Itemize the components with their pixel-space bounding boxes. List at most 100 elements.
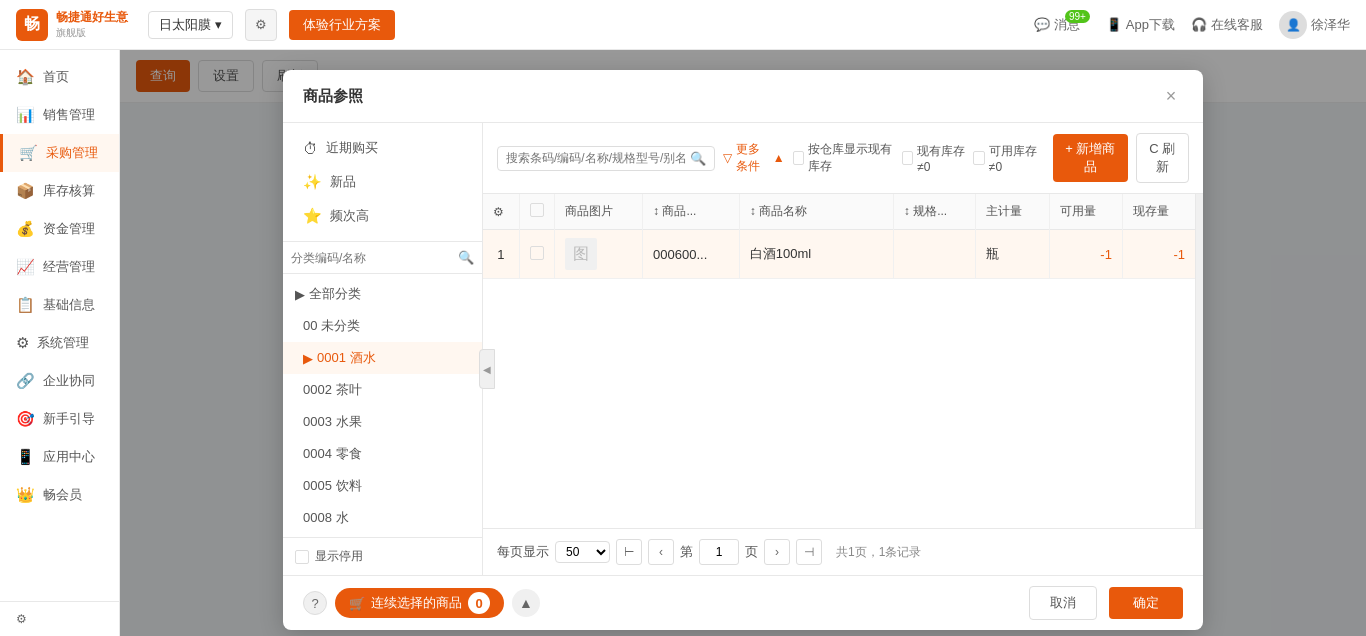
product-search-box: 🔍 <box>497 146 715 171</box>
search-submit-icon[interactable]: 🔍 <box>690 151 706 166</box>
quick-btn-new[interactable]: ✨ 新品 <box>291 165 474 199</box>
quick-btn-freq-label: 频次高 <box>330 207 369 225</box>
next-page-btn[interactable]: › <box>764 539 790 565</box>
logo-icon: 畅 <box>16 9 48 41</box>
sidebar-settings-btn[interactable]: ⚙ <box>0 602 119 636</box>
service-btn[interactable]: 🎧 在线客服 <box>1191 16 1263 34</box>
filter-btn[interactable]: ▽ 更多条件 ▲ <box>723 141 785 175</box>
table-scrollbar[interactable] <box>1195 194 1203 528</box>
product-search-input[interactable] <box>506 151 686 165</box>
table-header-row: ⚙ 商品图片 <box>483 194 1195 230</box>
modal-close-btn[interactable]: × <box>1159 84 1183 108</box>
tree-item-00[interactable]: 00 未分类 <box>283 310 482 342</box>
collapse-panel-btn[interactable]: ◀ <box>479 349 495 389</box>
help-btn[interactable]: ? <box>303 591 327 615</box>
sidebar-item-guide[interactable]: 🎯 新手引导 <box>0 400 119 438</box>
settings-bottom-icon: ⚙ <box>16 612 27 626</box>
page-input[interactable] <box>699 539 739 565</box>
tree-item-0003[interactable]: 0003 水果 <box>283 406 482 438</box>
tree-item-all[interactable]: ▶ 全部分类 <box>283 278 482 310</box>
confirm-btn[interactable]: 确定 <box>1109 587 1183 619</box>
table-row[interactable]: 1 图 <box>483 230 1195 279</box>
tree-item-0001[interactable]: ▶ 0001 酒水 <box>283 342 482 374</box>
category-search-input[interactable] <box>291 251 454 265</box>
quick-btn-area: ⏱ 近期购买 ✨ 新品 ⭐ 频次高 <box>283 123 482 242</box>
refresh-btn[interactable]: C 刷新 <box>1136 133 1189 183</box>
top-nav: 畅 畅捷通好生意 旗舰版 日太阳膜 ▾ ⚙ 体验行业方案 💬 消息 99+ 📱 … <box>0 0 1366 50</box>
sidebar-item-home[interactable]: 🏠 首页 <box>0 58 119 96</box>
sidebar-item-system[interactable]: ⚙ 系统管理 <box>0 324 119 362</box>
tree-item-0005[interactable]: 0005 饮料 <box>283 470 482 502</box>
store-selector[interactable]: 日太阳膜 ▾ <box>148 11 233 39</box>
settings-button[interactable]: ⚙ <box>245 9 277 41</box>
system-icon: ⚙ <box>16 334 29 352</box>
row-checkbox-cell[interactable] <box>519 230 554 279</box>
cancel-btn[interactable]: 取消 <box>1029 586 1097 620</box>
gear-icon: ⚙ <box>255 17 267 32</box>
business-icon: 📈 <box>16 258 35 276</box>
messages-btn[interactable]: 💬 消息 99+ <box>1034 16 1080 34</box>
col-code[interactable]: ↕ 商品... <box>643 194 740 230</box>
sidebar-label-system: 系统管理 <box>37 334 89 352</box>
pagination: 每页显示 50 10 20 100 ⊢ ‹ 第 页 <box>483 528 1203 575</box>
add-product-btn[interactable]: + 新增商品 <box>1053 134 1128 182</box>
sidebar-label-purchase: 采购管理 <box>46 144 98 162</box>
app-download-btn[interactable]: 📱 App下载 <box>1106 16 1175 34</box>
messages-badge: 99+ <box>1065 10 1090 23</box>
sidebar-label-sales: 销售管理 <box>43 106 95 124</box>
sort-icon-spec: ↕ <box>904 204 910 218</box>
col-spec[interactable]: ↕ 规格... <box>893 194 976 230</box>
base-icon: 📋 <box>16 296 35 314</box>
fold-btn[interactable]: ▲ <box>512 589 540 617</box>
warehouse-checkbox[interactable] <box>793 151 805 165</box>
per-page-select[interactable]: 50 10 20 100 <box>555 541 610 563</box>
sidebar-item-member[interactable]: 👑 畅会员 <box>0 476 119 514</box>
product-image: 图 <box>565 238 597 270</box>
sidebar-item-inventory[interactable]: 📦 库存核算 <box>0 172 119 210</box>
user-area[interactable]: 👤 徐泽华 <box>1279 11 1350 39</box>
show-disabled-checkbox[interactable] <box>295 550 309 564</box>
sort-icon-name: ↕ <box>750 204 756 218</box>
tree-label-all: 全部分类 <box>309 285 361 303</box>
col-name[interactable]: ↕ 商品名称 <box>739 194 893 230</box>
sidebar-item-app[interactable]: 📱 应用中心 <box>0 438 119 476</box>
tree-item-0008[interactable]: 0008 水 <box>283 502 482 534</box>
sidebar-item-enterprise[interactable]: 🔗 企业协同 <box>0 362 119 400</box>
exp-button[interactable]: 体验行业方案 <box>289 10 395 40</box>
tree-label-0001: 0001 酒水 <box>317 349 376 367</box>
user-avatar: 👤 <box>1279 11 1307 39</box>
sidebar-item-purchase[interactable]: 🛒 采购管理 <box>0 134 119 172</box>
header-checkbox[interactable] <box>530 203 544 217</box>
tree-label-0005: 0005 饮料 <box>303 477 362 495</box>
table-area: ⚙ 商品图片 <box>483 194 1203 528</box>
prev-page-btn[interactable]: ‹ <box>648 539 674 565</box>
sidebar-item-finance[interactable]: 💰 资金管理 <box>0 210 119 248</box>
tree-label-0008: 0008 水 <box>303 509 349 527</box>
tree-item-0004[interactable]: 0004 零食 <box>283 438 482 470</box>
search-icon[interactable]: 🔍 <box>458 250 474 265</box>
filter-option-available[interactable]: 可用库存≠0 <box>973 143 1037 174</box>
quick-btn-recent[interactable]: ⏱ 近期购买 <box>291 131 474 165</box>
quick-btn-new-label: 新品 <box>330 173 356 191</box>
row-code-cell: 000600... <box>643 230 740 279</box>
available-checkbox[interactable] <box>973 151 984 165</box>
first-page-btn[interactable]: ⊢ <box>616 539 642 565</box>
filter-option-warehouse[interactable]: 按仓库显示现有库存 <box>793 141 894 175</box>
col-settings[interactable]: ⚙ <box>483 194 519 230</box>
row-checkbox[interactable] <box>530 246 544 260</box>
tree-item-0002[interactable]: 0002 茶叶 <box>283 374 482 406</box>
member-icon: 👑 <box>16 486 35 504</box>
quick-btn-frequent[interactable]: ⭐ 频次高 <box>291 199 474 233</box>
home-icon: 🏠 <box>16 68 35 86</box>
col-checkbox[interactable] <box>519 194 554 230</box>
quick-buttons: ⏱ 近期购买 ✨ 新品 ⭐ 频次高 <box>291 131 474 233</box>
sidebar-item-sales[interactable]: 📊 销售管理 <box>0 96 119 134</box>
row-stock-cell: -1 <box>1122 230 1195 279</box>
last-page-btn[interactable]: ⊣ <box>796 539 822 565</box>
stock-checkbox[interactable] <box>902 151 913 165</box>
sidebar-item-base[interactable]: 📋 基础信息 <box>0 286 119 324</box>
filter-option-stock[interactable]: 现有库存≠0 <box>902 143 966 174</box>
cart-area[interactable]: 🛒 连续选择的商品 0 <box>335 588 504 618</box>
sidebar-item-business[interactable]: 📈 经营管理 <box>0 248 119 286</box>
row-name-cell: 白酒100ml <box>739 230 893 279</box>
